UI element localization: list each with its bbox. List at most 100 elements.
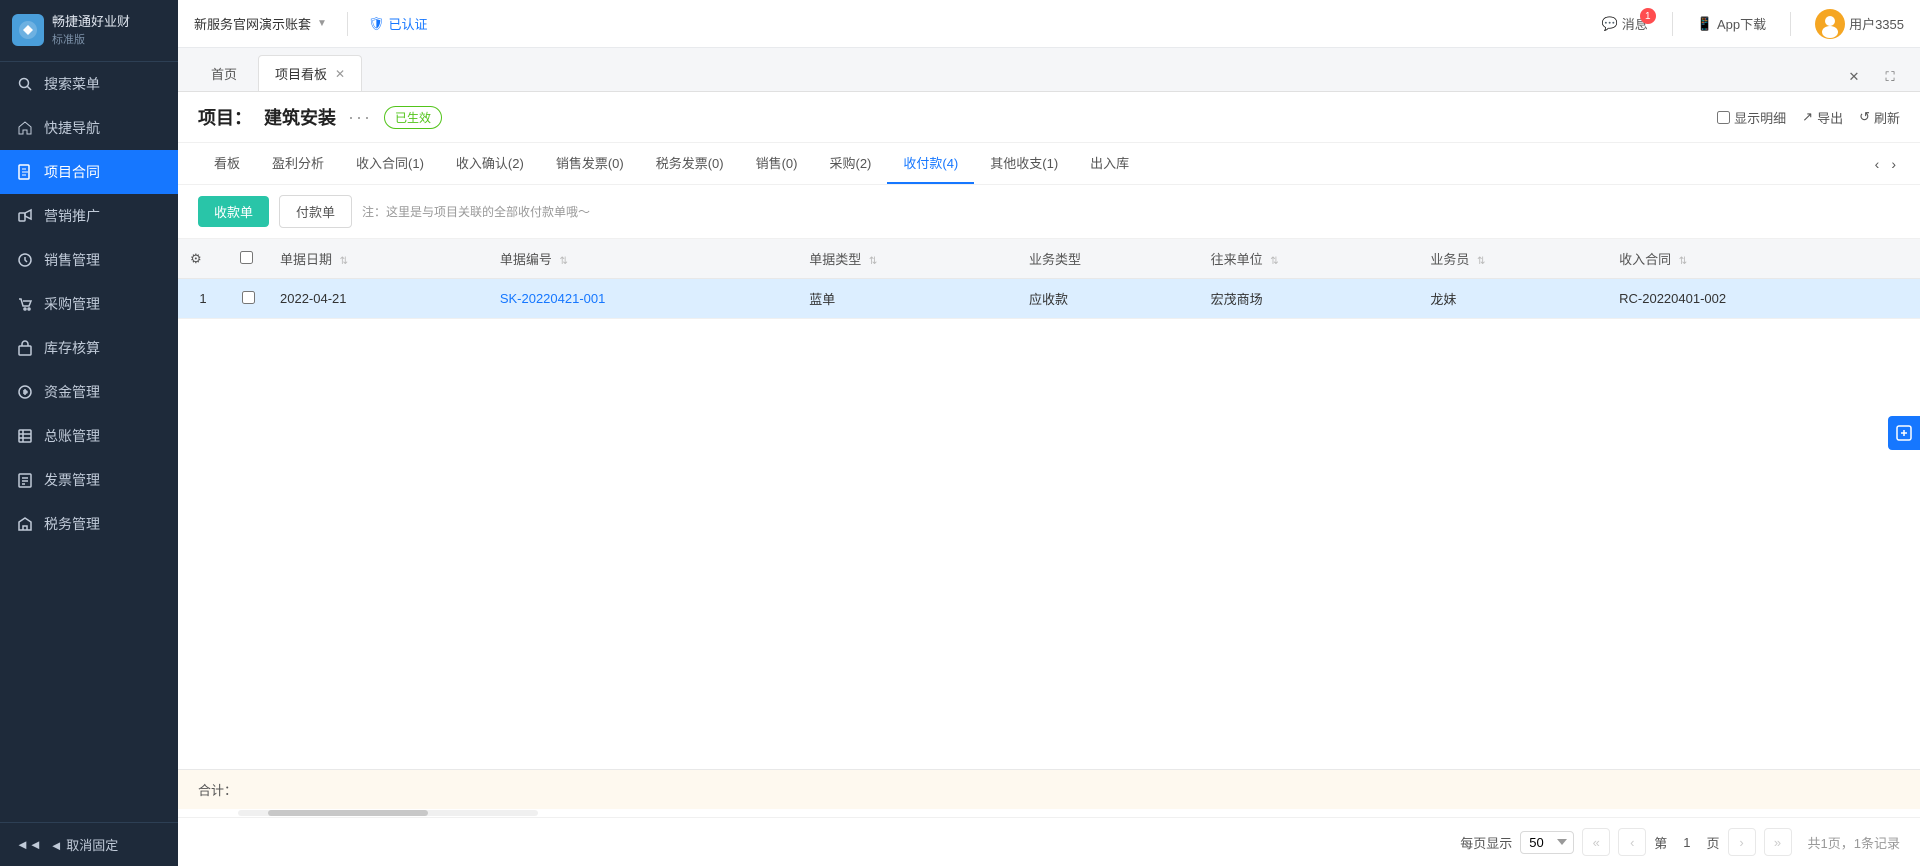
purchase-icon: [16, 295, 34, 313]
export-icon: ↗: [1802, 109, 1813, 125]
tax-icon: [16, 515, 34, 533]
subtab-income-contract[interactable]: 收入合同(1): [340, 143, 440, 184]
filter-bar: 收款单 付款单 注：这里是与项目关联的全部收付款单哦～: [178, 185, 1920, 239]
float-action-button[interactable]: [1888, 416, 1920, 450]
project-name: 建筑安装: [264, 104, 336, 130]
home-icon: [16, 119, 34, 137]
row-type: 蓝单: [797, 279, 1017, 319]
project-header-actions: 显示明细 ↗ 导出 ↺ 刷新: [1717, 108, 1900, 127]
subtab-profit[interactable]: 盈利分析: [256, 143, 340, 184]
document-link[interactable]: SK-20220421-001: [500, 291, 606, 306]
table-wrap: ⚙ 单据日期 ⇅ 单据编号 ⇅: [178, 239, 1920, 769]
col-number[interactable]: 单据编号 ⇅: [488, 239, 797, 279]
tab-project-board[interactable]: 项目看板 ✕: [258, 55, 362, 91]
table-row[interactable]: 1 2022-04-21 SK-20220421-001 蓝单 应收款 宏茂商场…: [178, 279, 1920, 319]
tab-home[interactable]: 首页: [194, 55, 254, 91]
close-window-button[interactable]: ✕: [1840, 63, 1868, 91]
page-suffix: 页: [1707, 833, 1720, 852]
certified-badge: 🛡 已认证: [368, 14, 428, 33]
subtab-tax-invoice[interactable]: 税务发票(0): [640, 143, 740, 184]
topbar-divider3: [1790, 12, 1791, 36]
sidebar-item-ledger[interactable]: 总账管理: [0, 414, 178, 458]
row-checkbox[interactable]: [242, 291, 255, 304]
sidebar-item-label: 营销推广: [44, 206, 100, 226]
phone-icon: 📱: [1697, 16, 1713, 32]
user-menu[interactable]: 用户3355: [1815, 9, 1904, 39]
prev-page-button[interactable]: ‹: [1618, 828, 1646, 856]
col-contract[interactable]: 收入合同 ⇅: [1607, 239, 1920, 279]
sidebar-header: 畅捷通好业财 标准版: [0, 0, 178, 62]
tab-close-icon[interactable]: ✕: [335, 67, 345, 81]
table-header-row: ⚙ 单据日期 ⇅ 单据编号 ⇅: [178, 239, 1920, 279]
per-page-select[interactable]: 50 100 200: [1520, 831, 1574, 854]
col-date[interactable]: 单据日期 ⇅: [268, 239, 488, 279]
receipts-filter-button[interactable]: 收款单: [198, 196, 269, 227]
data-table: ⚙ 单据日期 ⇅ 单据编号 ⇅: [178, 239, 1920, 319]
show-detail-input[interactable]: [1717, 111, 1730, 124]
col-salesperson[interactable]: 业务员 ⇅: [1418, 239, 1607, 279]
sidebar-nav: 搜索菜单 快捷导航 项: [0, 62, 178, 546]
sidebar-item-purchase[interactable]: 采购管理: [0, 282, 178, 326]
sidebar-pin-toggle[interactable]: ◄◄ ◄ 取消固定: [0, 822, 178, 866]
message-button[interactable]: 💬 消息 1: [1602, 14, 1648, 33]
sidebar-item-contract[interactable]: 项目合同: [0, 150, 178, 194]
account-name: 新服务官网演示账套: [194, 14, 311, 33]
sidebar-item-marketing[interactable]: 营销推广: [0, 194, 178, 238]
col-business-type: 业务类型: [1017, 239, 1199, 279]
last-page-button[interactable]: »: [1764, 828, 1792, 856]
row-num: 1: [178, 279, 228, 319]
col-partner[interactable]: 往来单位 ⇅: [1199, 239, 1419, 279]
subtab-next-button[interactable]: ›: [1887, 152, 1900, 176]
sidebar-item-tax[interactable]: 税务管理: [0, 502, 178, 546]
account-selector[interactable]: 新服务官网演示账套 ▼: [194, 14, 327, 33]
sidebar-item-search[interactable]: 搜索菜单: [0, 62, 178, 106]
tabbar-actions: ✕ ⛶: [1840, 63, 1904, 91]
row-contract: RC-20220401-002: [1607, 279, 1920, 319]
pin-icon: ◄◄: [16, 837, 42, 852]
select-all-checkbox[interactable]: [240, 251, 253, 264]
refresh-button[interactable]: ↺ 刷新: [1859, 108, 1900, 127]
app-edition: 标准版: [52, 31, 130, 47]
next-page-button[interactable]: ›: [1728, 828, 1756, 856]
row-salesperson: 龙妹: [1418, 279, 1607, 319]
subtab-kanban[interactable]: 看板: [198, 143, 256, 184]
subtab-inout[interactable]: 出入库: [1074, 143, 1145, 184]
row-number[interactable]: SK-20220421-001: [488, 279, 797, 319]
subtab-income-confirm[interactable]: 收入确认(2): [440, 143, 540, 184]
sort-icon: ⇅: [1679, 256, 1687, 267]
payments-filter-button[interactable]: 付款单: [279, 195, 352, 228]
col-settings[interactable]: ⚙: [178, 239, 228, 279]
scroll-track[interactable]: [238, 810, 538, 816]
subtab-purchase[interactable]: 采购(2): [813, 143, 887, 184]
sidebar-item-quicknav[interactable]: 快捷导航: [0, 106, 178, 150]
subtab-sales[interactable]: 销售(0): [740, 143, 814, 184]
sidebar-item-label: 库存核算: [44, 338, 100, 358]
row-business-type: 应收款: [1017, 279, 1199, 319]
sales-icon: [16, 251, 34, 269]
export-button[interactable]: ↗ 导出: [1802, 108, 1843, 127]
user-name: 用户3355: [1849, 14, 1904, 33]
sidebar-item-inventory[interactable]: 库存核算: [0, 326, 178, 370]
inventory-icon: [16, 339, 34, 357]
show-detail-checkbox[interactable]: 显示明细: [1717, 108, 1786, 127]
subtab-other-income[interactable]: 其他收支(1): [974, 143, 1074, 184]
maximize-window-button[interactable]: ⛶: [1876, 63, 1904, 91]
col-type[interactable]: 单据类型 ⇅: [797, 239, 1017, 279]
sidebar-item-invoice[interactable]: 发票管理: [0, 458, 178, 502]
first-page-button[interactable]: «: [1582, 828, 1610, 856]
subtab-sales-invoice[interactable]: 销售发票(0): [540, 143, 640, 184]
sidebar-item-finance[interactable]: 资金管理: [0, 370, 178, 414]
scroll-thumb[interactable]: [268, 810, 428, 816]
more-options-button[interactable]: ···: [348, 107, 372, 128]
subtab-prev-button[interactable]: ‹: [1871, 152, 1884, 176]
total-pages-info: 共1页，1条记录: [1808, 833, 1900, 852]
total-row: 合计：: [178, 769, 1920, 809]
total-label: 合计：: [198, 780, 237, 799]
refresh-icon: ↺: [1859, 109, 1870, 125]
sidebar-item-label: 发票管理: [44, 470, 100, 490]
col-checkbox: [228, 239, 268, 279]
main-panel: 新服务官网演示账套 ▼ 🛡 已认证 💬 消息 1 📱 App下载: [178, 0, 1920, 866]
sidebar-item-sales[interactable]: 销售管理: [0, 238, 178, 282]
app-download-button[interactable]: 📱 App下载: [1697, 14, 1766, 33]
subtab-payment[interactable]: 收付款(4): [887, 143, 974, 184]
